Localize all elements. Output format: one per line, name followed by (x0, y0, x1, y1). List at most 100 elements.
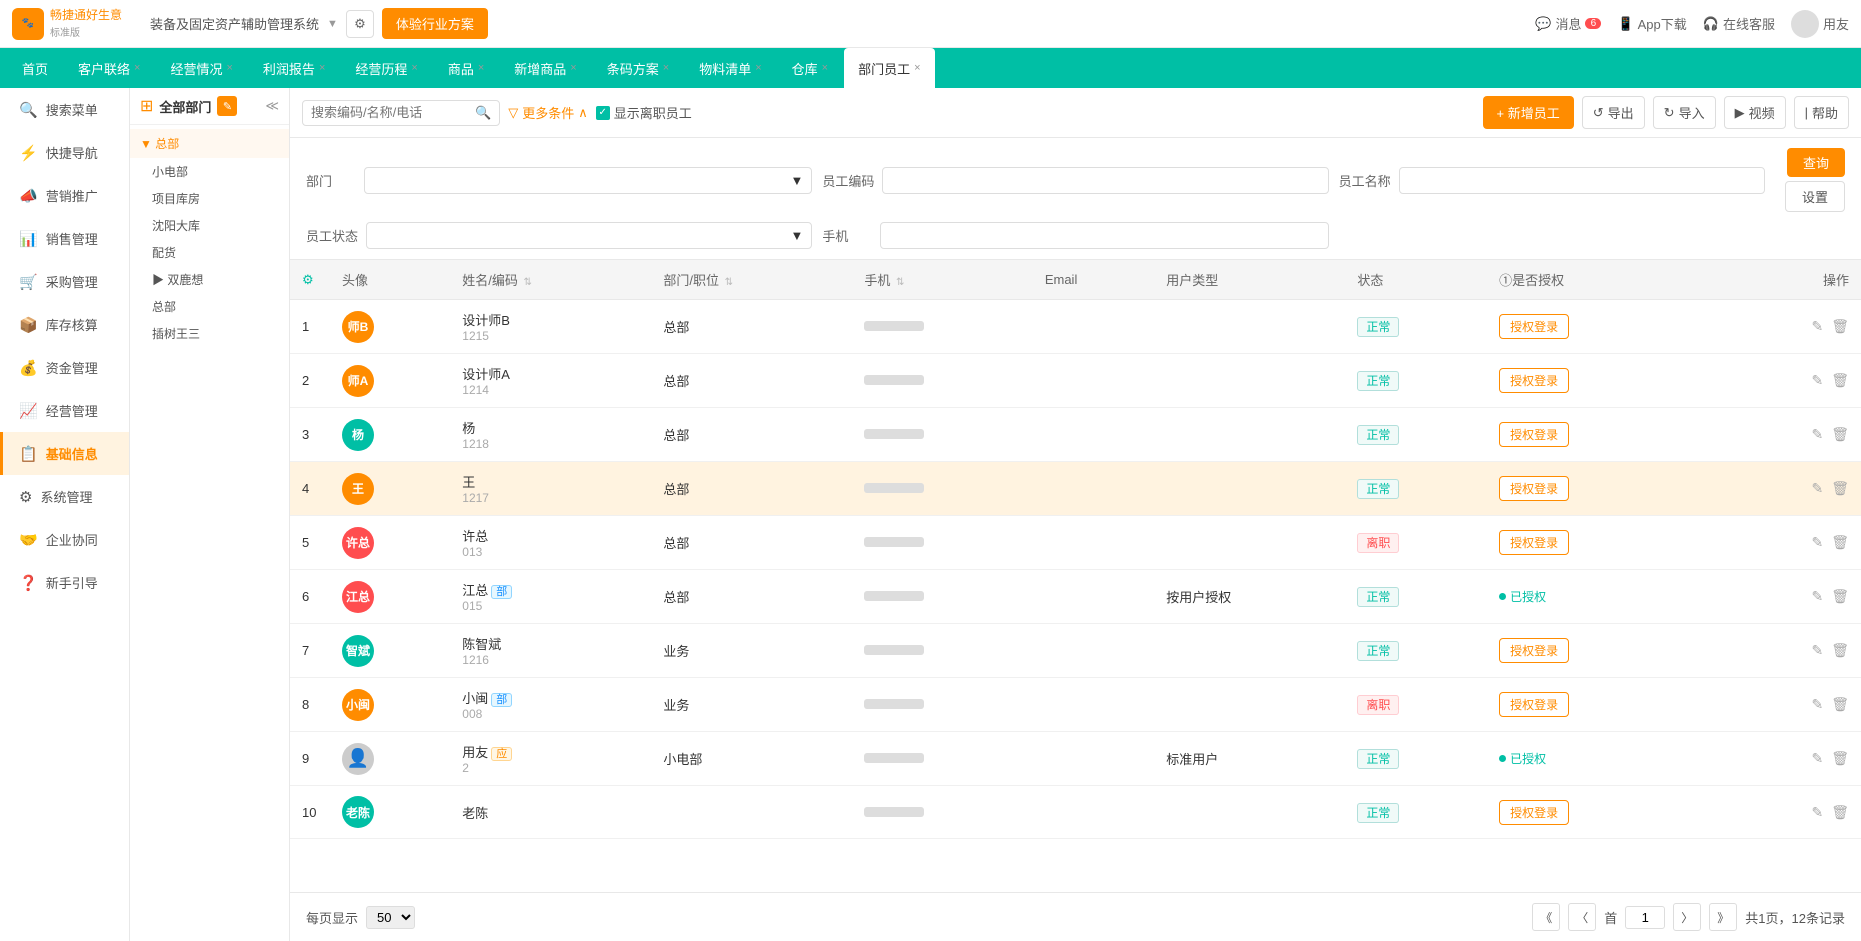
delete-icon[interactable]: 🗑 (1831, 642, 1849, 659)
user-area[interactable]: 用友 (1791, 10, 1849, 38)
delete-icon[interactable]: 🗑 (1831, 696, 1849, 713)
dept-tree-item-small-electric[interactable]: 小电部 (130, 158, 289, 185)
add-employee-button[interactable]: + 新增员工 (1483, 96, 1574, 129)
per-page-select[interactable]: 50 (366, 906, 415, 929)
page-number-input[interactable] (1625, 906, 1665, 929)
sidebar-item-system[interactable]: ⚙ 系统管理 (0, 475, 129, 518)
import-button[interactable]: ↻ 导入 (1653, 96, 1716, 129)
first-page-button[interactable]: 《 (1532, 903, 1560, 931)
dept-collapse-icon[interactable]: ≪ (265, 98, 279, 114)
name-sort-icon[interactable]: ⇅ (524, 277, 532, 288)
close-icon[interactable]: × (319, 62, 325, 74)
status-select[interactable]: ▼ (366, 222, 812, 249)
show-resigned-checkbox[interactable]: ✓ 显示离职员工 (596, 103, 692, 122)
tab-customer[interactable]: 客户联络× (64, 48, 154, 88)
prev-page-button[interactable]: 〈 (1568, 903, 1596, 931)
edit-icon[interactable]: ✎ (1811, 750, 1823, 767)
edit-icon[interactable]: ✎ (1811, 588, 1823, 605)
emp-code-input[interactable] (882, 167, 1328, 194)
auth-login-button[interactable]: 授权登录 (1499, 476, 1569, 501)
tab-warehouse[interactable]: 仓库× (778, 48, 842, 88)
close-icon[interactable]: × (478, 62, 484, 74)
dept-tree-item-shuanglu[interactable]: ▶ 双鹿想 (130, 266, 289, 293)
tab-business[interactable]: 经营情况× (156, 48, 246, 88)
settings-button[interactable]: ⚙ (346, 10, 374, 38)
auth-login-button[interactable]: 授权登录 (1499, 422, 1569, 447)
tab-department[interactable]: 部门员工× (844, 48, 934, 88)
close-icon[interactable]: × (755, 62, 761, 74)
auth-login-button[interactable]: 授权登录 (1499, 800, 1569, 825)
last-page-button[interactable]: 》 (1709, 903, 1737, 931)
dept-tree-item-project-warehouse[interactable]: 项目库房 (130, 185, 289, 212)
export-button[interactable]: ↺ 导出 (1582, 96, 1645, 129)
dept-tree-item-distribution[interactable]: 配货 (130, 239, 289, 266)
trial-button[interactable]: 体验行业方案 (382, 8, 488, 39)
app-download-button[interactable]: 📱 App下载 (1617, 14, 1686, 33)
sidebar-item-operations[interactable]: 📈 经营管理 (0, 389, 129, 432)
dept-tree-item-plant[interactable]: 插树王三 (130, 320, 289, 347)
edit-icon[interactable]: ✎ (1811, 480, 1823, 497)
phone-sort-icon[interactable]: ⇅ (896, 277, 904, 288)
edit-icon[interactable]: ✎ (1811, 642, 1823, 659)
auth-login-button[interactable]: 授权登录 (1499, 530, 1569, 555)
delete-icon[interactable]: 🗑 (1831, 534, 1849, 551)
search-input-wrap[interactable]: 🔍 (302, 100, 500, 126)
dept-tree-item-hq[interactable]: 总部 (130, 293, 289, 320)
tab-home[interactable]: 首页 (8, 48, 62, 88)
delete-icon[interactable]: 🗑 (1831, 426, 1849, 443)
message-button[interactable]: 💬 消息 6 (1535, 14, 1601, 33)
view-button[interactable]: ▶ 视频 (1724, 96, 1786, 129)
search-input[interactable] (311, 105, 471, 120)
delete-icon[interactable]: 🗑 (1831, 588, 1849, 605)
dept-tree-item-headquarters-parent[interactable]: ▼ 总部 (130, 129, 289, 158)
edit-icon[interactable]: ✎ (1811, 696, 1823, 713)
edit-icon[interactable]: ✎ (1811, 534, 1823, 551)
dept-select[interactable]: ▼ (364, 167, 812, 194)
sidebar-item-marketing[interactable]: 📣 营销推广 (0, 174, 129, 217)
next-page-button[interactable]: 〉 (1673, 903, 1701, 931)
col-name[interactable]: 姓名/编码 ⇅ (450, 260, 651, 300)
col-dept[interactable]: 部门/职位 ⇅ (651, 260, 852, 300)
delete-icon[interactable]: 🗑 (1831, 318, 1849, 335)
dept-tree-item-shenyang[interactable]: 沈阳大库 (130, 212, 289, 239)
tab-bom[interactable]: 物料清单× (685, 48, 775, 88)
close-icon[interactable]: × (226, 62, 232, 74)
sidebar-item-collaboration[interactable]: 🤝 企业协同 (0, 518, 129, 561)
delete-icon[interactable]: 🗑 (1831, 372, 1849, 389)
tab-profit[interactable]: 利润报告× (249, 48, 339, 88)
close-icon[interactable]: × (411, 62, 417, 74)
auth-login-button[interactable]: 授权登录 (1499, 368, 1569, 393)
close-icon[interactable]: × (570, 62, 576, 74)
close-icon[interactable]: × (134, 62, 140, 74)
auth-login-button[interactable]: 授权登录 (1499, 692, 1569, 717)
col-setting[interactable]: ⚙ (290, 260, 330, 300)
sidebar-item-guide[interactable]: ❓ 新手引导 (0, 561, 129, 604)
close-icon[interactable]: × (914, 62, 920, 74)
tab-add-goods[interactable]: 新增商品× (500, 48, 590, 88)
tab-history[interactable]: 经营历程× (341, 48, 431, 88)
col-setting-icon[interactable]: ⚙ (302, 272, 314, 287)
col-phone[interactable]: 手机 ⇅ (852, 260, 1032, 300)
tab-goods[interactable]: 商品× (434, 48, 498, 88)
filter-more-button[interactable]: ▽ 更多条件 ∧ (508, 103, 588, 122)
search-button[interactable]: 查询 (1787, 148, 1845, 177)
phone-input[interactable] (880, 222, 1328, 249)
edit-icon[interactable]: ✎ (1811, 426, 1823, 443)
delete-icon[interactable]: 🗑 (1831, 804, 1849, 821)
delete-icon[interactable]: 🗑 (1831, 750, 1849, 767)
close-icon[interactable]: × (822, 62, 828, 74)
edit-icon[interactable]: ✎ (1811, 372, 1823, 389)
sidebar-item-inventory[interactable]: 📦 库存核算 (0, 303, 129, 346)
tab-barcode[interactable]: 条码方案× (593, 48, 683, 88)
edit-icon[interactable]: ✎ (1811, 804, 1823, 821)
online-service-button[interactable]: 🎧 在线客服 (1703, 14, 1775, 33)
sidebar-item-search[interactable]: 🔍 搜索菜单 (0, 88, 129, 131)
emp-name-input[interactable] (1399, 167, 1765, 194)
delete-icon[interactable]: 🗑 (1831, 480, 1849, 497)
edit-icon[interactable]: ✎ (1811, 318, 1823, 335)
dept-sort-icon[interactable]: ⇅ (725, 277, 733, 288)
sidebar-item-quick-nav[interactable]: ⚡ 快捷导航 (0, 131, 129, 174)
dept-edit-icon[interactable]: ✎ (217, 96, 237, 116)
auth-login-button[interactable]: 授权登录 (1499, 314, 1569, 339)
sidebar-item-purchase[interactable]: 🛒 采购管理 (0, 260, 129, 303)
